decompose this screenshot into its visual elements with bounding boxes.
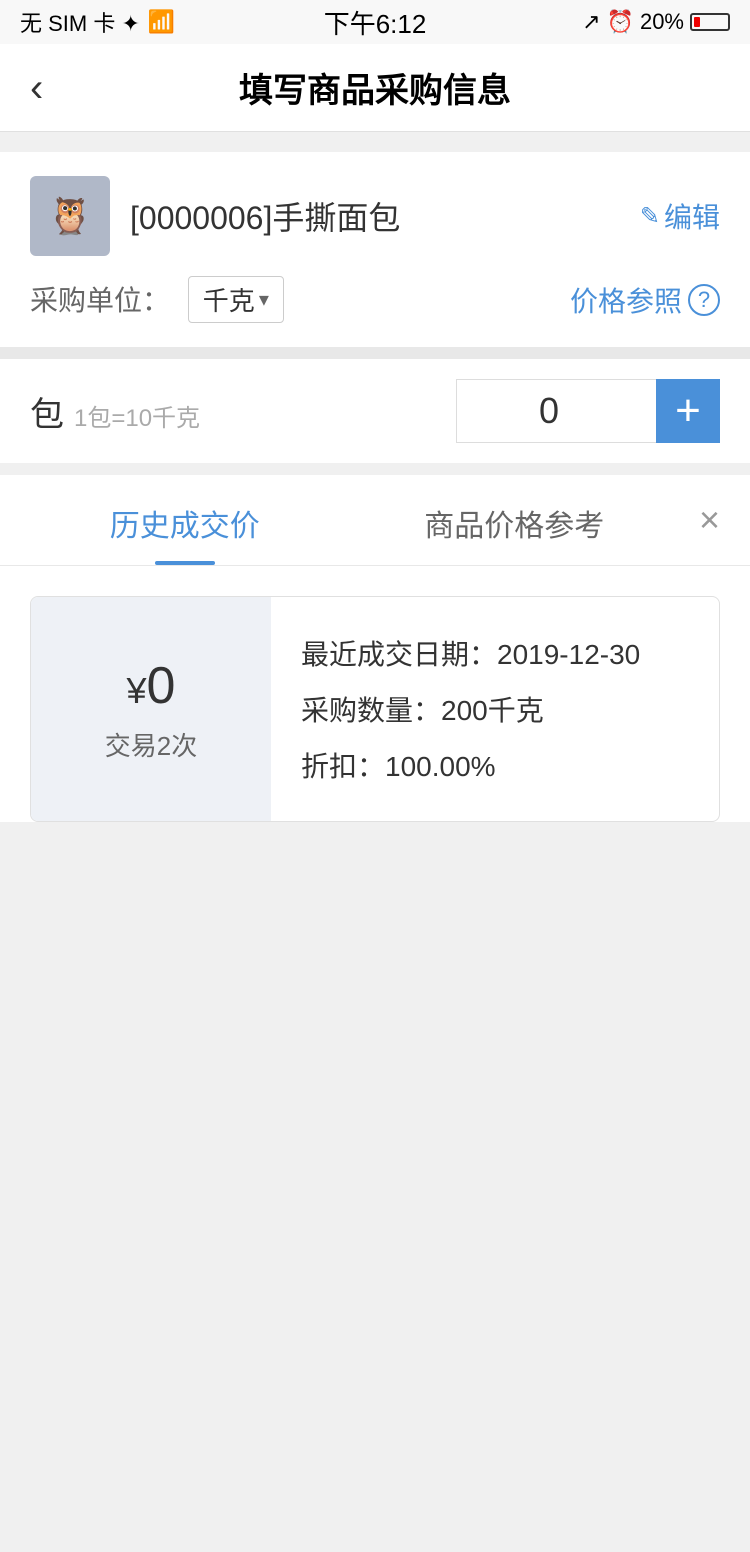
quantity-input[interactable] <box>456 379 656 443</box>
txn-qty-row: 采购数量：200千克 <box>301 689 689 729</box>
product-thumbnail: 🦉 <box>30 176 110 256</box>
price-ref-label: 价格参照 <box>570 280 682 320</box>
product-left: 🦉 [0000006]手撕面包 <box>30 176 400 256</box>
wifi-icon: 📶 <box>148 9 175 35</box>
battery-icon <box>690 13 730 31</box>
qty-note: 1包=10千克 <box>74 398 200 433</box>
status-left: 无 SIM 卡 ✦ 📶 <box>20 6 175 38</box>
product-name: [0000006]手撕面包 <box>130 193 400 239</box>
owl-logo-icon: 🦉 <box>48 195 93 237</box>
price-value: 0 <box>147 657 176 715</box>
txn-left-panel: ¥0 交易2次 <box>31 597 271 821</box>
txn-price: ¥0 <box>127 656 176 716</box>
nav-bar: ‹ 填写商品采购信息 <box>0 44 750 132</box>
section-divider <box>0 347 750 359</box>
edit-label: 编辑 <box>664 196 720 236</box>
qty-plus-button[interactable]: + <box>656 379 720 443</box>
qty-input-row: + <box>456 379 720 443</box>
discount-label: 折扣： <box>301 751 385 782</box>
product-unit-row: 采购单位： 千克 ▾ 价格参照 ? <box>30 276 720 323</box>
tab-header: 历史成交价 商品价格参考 × <box>0 475 750 566</box>
price-ref-button[interactable]: 价格参照 ? <box>570 280 720 320</box>
price-symbol: ¥ <box>127 670 147 711</box>
qty-left: 包 1包=10千克 <box>30 387 200 436</box>
tab-panel: 历史成交价 商品价格参考 × ¥0 交易2次 最近成交日期：2019-12-30… <box>0 475 750 822</box>
txn-date-row: 最近成交日期：2019-12-30 <box>301 633 689 673</box>
qty-unit-label: 包 <box>30 387 64 436</box>
unit-left: 采购单位： 千克 ▾ <box>30 276 284 323</box>
unit-value: 千克 <box>203 281 255 318</box>
dropdown-arrow-icon: ▾ <box>259 287 269 312</box>
status-right: ↗ ⏰ 20% <box>582 9 730 35</box>
edit-button[interactable]: ✎ 编辑 <box>640 196 720 236</box>
battery-pct: 20% <box>640 9 684 35</box>
unit-label: 采购单位： <box>30 285 170 316</box>
transaction-card: ¥0 交易2次 最近成交日期：2019-12-30 采购数量：200千克 折扣：… <box>30 596 720 822</box>
qty-label: 采购数量： <box>301 695 441 726</box>
product-top-row: 🦉 [0000006]手撕面包 ✎ 编辑 <box>30 176 720 256</box>
date-value: 2019-12-30 <box>497 639 640 670</box>
no-sim-text: 无 SIM 卡 ✦ <box>20 6 140 38</box>
alarm-icon: ⏰ <box>607 9 634 35</box>
status-time: 下午6:12 <box>324 4 427 41</box>
tab-close-button[interactable]: × <box>689 489 730 551</box>
quantity-row: 包 1包=10千克 + <box>0 359 750 463</box>
status-bar: 无 SIM 卡 ✦ 📶 下午6:12 ↗ ⏰ 20% <box>0 0 750 44</box>
txn-count: 交易2次 <box>105 726 197 763</box>
tab-product-price-ref[interactable]: 商品价格参考 <box>349 475 678 565</box>
edit-icon: ✎ <box>640 202 660 231</box>
txn-right-panel: 最近成交日期：2019-12-30 采购数量：200千克 折扣：100.00% <box>271 597 719 821</box>
location-icon: ↗ <box>582 9 600 35</box>
txn-discount-row: 折扣：100.00% <box>301 745 689 785</box>
qty-value: 200千克 <box>441 695 544 726</box>
help-icon: ? <box>688 284 720 316</box>
bottom-area <box>0 852 750 1552</box>
tab-history-price[interactable]: 历史成交价 <box>20 475 349 565</box>
back-button[interactable]: ‹ <box>20 58 53 118</box>
product-card: 🦉 [0000006]手撕面包 ✎ 编辑 采购单位： 千克 ▾ 价格参照 ? <box>0 152 750 347</box>
unit-dropdown[interactable]: 千克 ▾ <box>188 276 284 323</box>
discount-value: 100.00% <box>385 751 496 782</box>
date-label: 最近成交日期： <box>301 639 497 670</box>
page-title: 填写商品采购信息 <box>239 63 511 112</box>
